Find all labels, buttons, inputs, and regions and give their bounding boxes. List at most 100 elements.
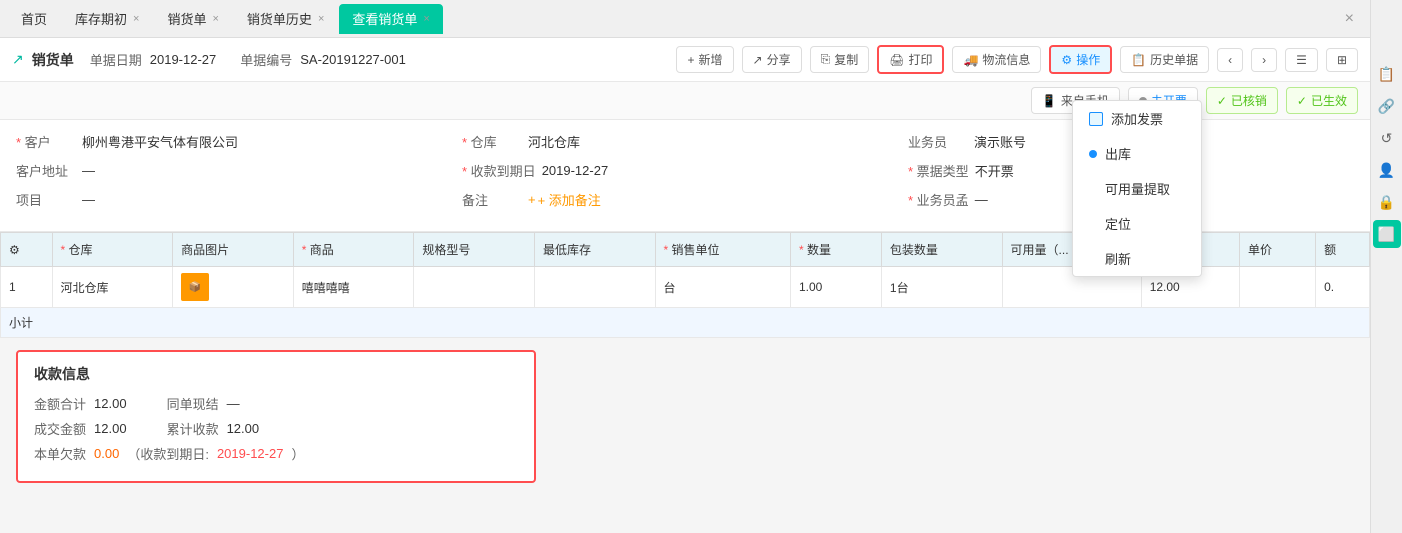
note-label: 备注 <box>462 190 522 209</box>
deal-amount-value: 12.00 <box>94 421 127 436</box>
settings-icon: ⚙ <box>9 243 20 257</box>
cumulative-item: 累计收款 12.00 <box>167 419 260 438</box>
payment-row-3: 本单欠款 0.00 （收款到期日: 2019-12-27 ） <box>34 444 518 463</box>
available-extract-label: 可用量提取 <box>1105 179 1170 198</box>
sidebar-icon-link[interactable]: 🔗 <box>1373 92 1401 120</box>
tab-home[interactable]: 首页 <box>8 4 60 34</box>
right-sidebar: 📋 🔗 ↺ 👤 🔒 ⬜ <box>1370 0 1402 533</box>
col-spec: 规格型号 <box>414 233 535 267</box>
col-min-stock: 最低库存 <box>534 233 655 267</box>
project-label: 项目 <box>16 190 76 209</box>
grid-view-button[interactable]: ⊞ <box>1326 48 1358 72</box>
logistics-icon: 🚚 <box>963 53 978 67</box>
ticket-label: 票据类型 <box>908 161 969 180</box>
dropdown-outbound[interactable]: 出库 <box>1073 136 1201 171</box>
grid-view-icon: ⊞ <box>1337 53 1347 67</box>
copy-button[interactable]: ⎘ 复制 <box>810 46 870 73</box>
nav-next-button[interactable]: › <box>1251 48 1277 72</box>
tab-view-sales[interactable]: 查看销货单 × <box>339 4 442 34</box>
nav-prev-icon: ‹ <box>1228 53 1232 67</box>
tab-view-sales-close[interactable]: × <box>423 13 429 25</box>
same-order-value: — <box>227 396 240 411</box>
phone-icon: 📱 <box>1042 94 1057 108</box>
new-button[interactable]: + 新增 <box>676 46 733 73</box>
tab-sales-label: 销货单 <box>167 9 206 28</box>
same-order-item: 同单现结 — <box>167 394 240 413</box>
ticket-value: 不开票 <box>975 161 1014 180</box>
tab-sales-close[interactable]: × <box>212 13 218 25</box>
add-note-button[interactable]: + + 添加备注 <box>528 190 601 209</box>
outbound-dot <box>1089 150 1097 158</box>
dropdown-locate[interactable]: 定位 <box>1073 206 1201 241</box>
project-field: 项目 — <box>16 190 462 209</box>
logistics-button[interactable]: 🚚 物流信息 <box>952 46 1041 73</box>
tab-bar: 首页 库存期初 × 销货单 × 销货单历史 × 查看销货单 × × <box>0 0 1370 38</box>
payment-title: 收款信息 <box>34 364 518 384</box>
sidebar-icon-lock[interactable]: 🔒 <box>1373 188 1401 216</box>
add-invoice-checkbox <box>1089 112 1103 126</box>
operations-button[interactable]: ⚙ 操作 <box>1049 45 1112 74</box>
tab-sales[interactable]: 销货单 × <box>154 4 231 34</box>
list-view-button[interactable]: ☰ <box>1285 48 1318 72</box>
dropdown-available-extract[interactable]: 可用量提取 <box>1073 171 1201 206</box>
owed-label: 本单欠款 <box>34 444 86 463</box>
history-icon: 📋 <box>1131 53 1146 67</box>
col-img: 商品图片 <box>173 233 294 267</box>
salesperson-value: — <box>975 192 988 207</box>
print-icon: 🖨 <box>889 53 904 67</box>
nav-next-icon: › <box>1262 53 1266 67</box>
col-settings[interactable]: ⚙ <box>1 233 53 267</box>
sidebar-icon-expand[interactable]: ⬜ <box>1373 220 1401 248</box>
verified-badge: ✓ 已核销 <box>1206 87 1278 114</box>
dropdown-refresh[interactable]: 刷新 <box>1073 241 1201 276</box>
product-thumbnail: 📦 <box>181 273 209 301</box>
row-img: 📦 <box>173 267 294 308</box>
dropdown-add-invoice[interactable]: 添加发票 <box>1073 101 1201 136</box>
verified-label: 已核销 <box>1231 92 1267 109</box>
row-product: 嘻嘻嘻嘻 <box>293 267 414 308</box>
cumulative-label: 累计收款 <box>167 419 219 438</box>
sidebar-icon-user[interactable]: 👤 <box>1373 156 1401 184</box>
total-amount-item: 金额合计 12.00 <box>34 394 127 413</box>
warehouse-label: 仓库 <box>462 132 522 151</box>
note-field: 备注 + + 添加备注 <box>462 190 908 209</box>
outbound-label: 出库 <box>1105 144 1131 163</box>
tab-inventory[interactable]: 库存期初 × <box>62 4 152 34</box>
row-price <box>1240 267 1316 308</box>
sidebar-icon-doc[interactable]: 📋 <box>1373 60 1401 88</box>
print-label: 打印 <box>908 51 932 68</box>
operations-label: 操作 <box>1076 51 1100 68</box>
add-invoice-label: 添加发票 <box>1111 109 1163 128</box>
share-button[interactable]: ↗ 分享 <box>742 46 802 73</box>
row-amount: 0. <box>1316 267 1370 308</box>
nav-prev-button[interactable]: ‹ <box>1217 48 1243 72</box>
logistics-label: 物流信息 <box>982 51 1030 68</box>
same-order-label: 同单现结 <box>167 394 219 413</box>
add-note-icon: + <box>528 192 536 207</box>
row-min-stock <box>534 267 655 308</box>
history-button[interactable]: 📋 历史单据 <box>1120 46 1209 73</box>
locate-label: 定位 <box>1105 214 1131 233</box>
operations-icon: ⚙ <box>1061 53 1072 67</box>
tab-view-sales-label: 查看销货单 <box>352 9 417 28</box>
owed-note: （收款到期日: <box>127 444 209 463</box>
col-unit: * 销售单位 <box>655 233 790 267</box>
sidebar-icon-refresh[interactable]: ↺ <box>1373 124 1401 152</box>
due-date-value: 2019-12-27 <box>542 163 609 178</box>
due-date-label: 收款到期日 <box>462 161 536 180</box>
payment-info-box: 收款信息 金额合计 12.00 同单现结 — 成交金额 12.00 累计收款 1… <box>16 350 536 483</box>
tab-history-label: 销货单历史 <box>247 9 312 28</box>
total-amount-value: 12.00 <box>94 396 127 411</box>
col-pack-qty: 包装数量 <box>881 233 1002 267</box>
col-amount: 额 <box>1316 233 1370 267</box>
address-label: 客户地址 <box>16 161 76 180</box>
tab-inventory-close[interactable]: × <box>133 13 139 25</box>
window-close-button[interactable]: × <box>1337 10 1362 28</box>
number-value: SA-20191227-001 <box>300 52 406 67</box>
tab-home-label: 首页 <box>21 9 47 28</box>
row-pack-qty: 1台 <box>881 267 1002 308</box>
tab-history[interactable]: 销货单历史 × <box>234 4 337 34</box>
print-button[interactable]: 🖨 打印 <box>877 45 944 74</box>
tab-history-close[interactable]: × <box>318 13 324 25</box>
warehouse-value: 河北仓库 <box>528 132 580 151</box>
